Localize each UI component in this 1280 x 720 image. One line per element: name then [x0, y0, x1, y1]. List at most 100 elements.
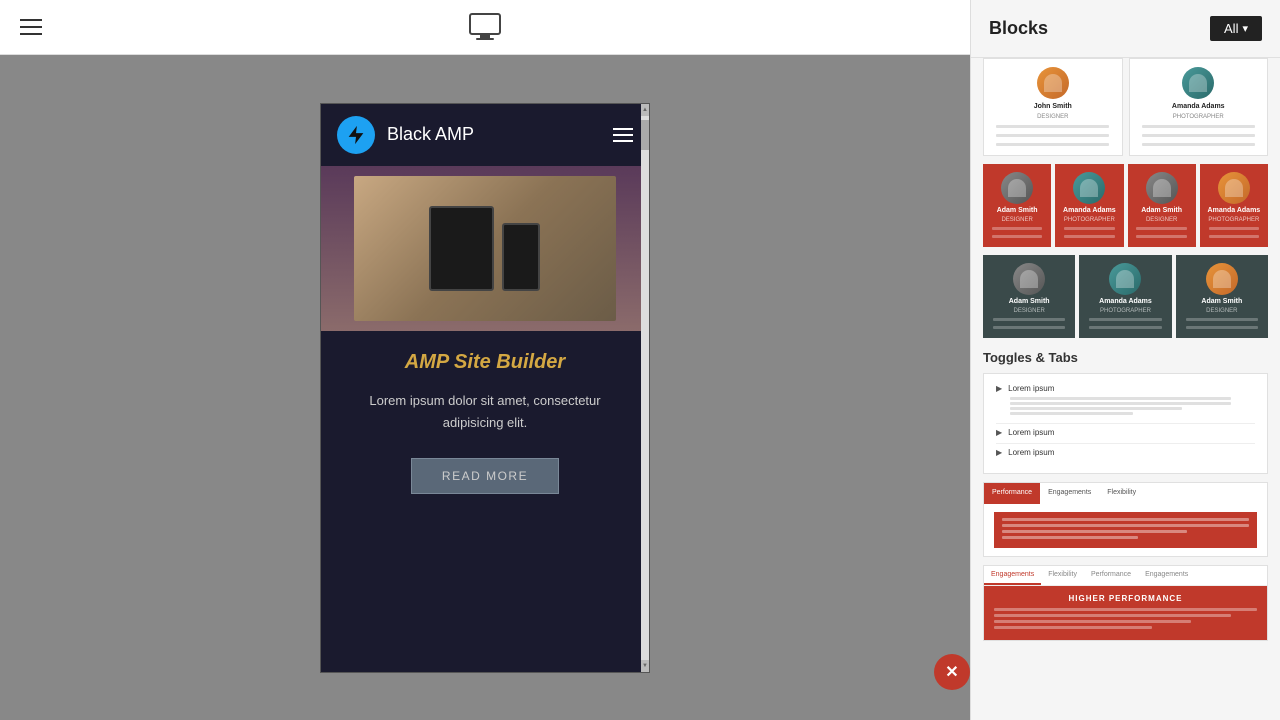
toggle-arrow-1: ▶ — [996, 384, 1002, 393]
top-bar — [0, 0, 970, 55]
card-role-red-2: PHOTOGRAPHER — [1064, 217, 1115, 223]
toggle-title-2: Lorem ipsum — [1008, 428, 1054, 437]
toggle-line — [1010, 402, 1231, 405]
card-line-1 — [992, 227, 1043, 230]
tabs2-line — [994, 608, 1257, 611]
team-block-4col-red[interactable]: Adam Smith DESIGNER Amanda Adams PHOTOGR… — [983, 164, 1268, 247]
phone-logo — [337, 116, 375, 154]
tabs-block-2[interactable]: Engagements Flexibility Performance Enga… — [983, 565, 1268, 641]
team-card-john[interactable]: John Smith DESIGNER — [983, 58, 1123, 156]
sidebar-header: Blocks All — [971, 0, 1280, 58]
tab2-engagements-2[interactable]: Engagements — [1138, 566, 1195, 585]
team-card-dark-1[interactable]: Adam Smith DESIGNER — [983, 255, 1075, 338]
card-text-line — [1142, 143, 1255, 146]
avatar-red-3 — [1146, 172, 1178, 204]
card-name-john: John Smith — [1034, 103, 1072, 110]
card-line-8 — [1209, 235, 1260, 238]
tab2-flexibility[interactable]: Flexibility — [1041, 566, 1084, 585]
phone-hero-image — [321, 166, 649, 331]
tabs2-line — [994, 614, 1231, 617]
toggle-item-2[interactable]: ▶ Lorem ipsum — [996, 428, 1255, 437]
phone-menu-icon[interactable] — [613, 128, 633, 142]
tab2-engagements[interactable]: Engagements — [984, 566, 1041, 585]
team-card-red-4[interactable]: Amanda Adams PHOTOGRAPHER — [1200, 164, 1268, 247]
tab-content-line — [1002, 536, 1138, 539]
team-card-dark-3[interactable]: Adam Smith DESIGNER — [1176, 255, 1268, 338]
card-role-dark-3: DESIGNER — [1206, 308, 1237, 314]
card-muted-line-4 — [1089, 326, 1161, 329]
read-more-button[interactable]: READ MORE — [411, 458, 559, 494]
tabs2-line — [994, 620, 1191, 623]
phone-content-area: AMP Site Builder Lorem ipsum dolor sit a… — [321, 331, 649, 672]
tabs-block-1[interactable]: Performance Engagements Flexibility — [983, 482, 1268, 557]
tab2-performance[interactable]: Performance — [1084, 566, 1138, 585]
phone-app-title: Black AMP — [387, 124, 601, 145]
toggle-arrow-2: ▶ — [996, 428, 1002, 437]
phone-body-text: Lorem ipsum dolor sit amet, consectetur … — [341, 390, 629, 434]
team-card-red-3[interactable]: Adam Smith DESIGNER — [1128, 164, 1196, 247]
card-line-5 — [1136, 227, 1187, 230]
team-block-2col[interactable]: John Smith DESIGNER Amanda Adams PHOTOGR… — [983, 58, 1268, 156]
team-card-red-2[interactable]: Amanda Adams PHOTOGRAPHER — [1055, 164, 1123, 247]
toggle-line — [1010, 407, 1182, 410]
toggle-line — [1010, 397, 1231, 400]
card-line-2 — [992, 235, 1043, 238]
card-text-line — [996, 143, 1109, 146]
tabs-higher-performance: HIGHER PERFORMANCE — [994, 594, 1257, 603]
card-text-line — [996, 134, 1109, 137]
toggle-item-3[interactable]: ▶ Lorem ipsum — [996, 448, 1255, 457]
sidebar-close-button[interactable]: ✕ — [934, 654, 970, 690]
phone-section-heading: AMP Site Builder — [405, 351, 565, 374]
tab-flexibility[interactable]: Flexibility — [1099, 483, 1144, 504]
card-name-red-3: Adam Smith — [1141, 207, 1182, 214]
sidebar-title: Blocks — [989, 18, 1048, 39]
sidebar-blocks-list: John Smith DESIGNER Amanda Adams PHOTOGR… — [971, 58, 1280, 720]
toggle-item-1[interactable]: ▶ Lorem ipsum — [996, 384, 1255, 417]
toggle-title-3: Lorem ipsum — [1008, 448, 1054, 457]
all-filter-button[interactable]: All — [1210, 16, 1262, 41]
card-role-amanda: PHOTOGRAPHER — [1173, 114, 1224, 120]
card-role-red-4: PHOTOGRAPHER — [1208, 217, 1259, 223]
avatar-red-2 — [1073, 172, 1105, 204]
tablet-device-icon — [429, 206, 494, 291]
team-card-red-1[interactable]: Adam Smith DESIGNER — [983, 164, 1051, 247]
avatar-red-4 — [1218, 172, 1250, 204]
card-line-7 — [1209, 227, 1260, 230]
tab-performance[interactable]: Performance — [984, 483, 1040, 504]
card-role-dark-2: PHOTOGRAPHER — [1100, 308, 1151, 314]
blocks-sidebar: Blocks All John Smith DESIGNER Amanda Ad… — [970, 0, 1280, 720]
card-text-line — [1142, 134, 1255, 137]
tabs2-line — [994, 626, 1152, 629]
card-muted-line-2 — [993, 326, 1065, 329]
toggle-title-1: Lorem ipsum — [1008, 384, 1054, 393]
card-name-red-2: Amanda Adams — [1063, 207, 1116, 214]
tab-content-line — [1002, 524, 1249, 527]
card-role-john: DESIGNER — [1037, 114, 1068, 120]
team-block-3col-dark[interactable]: Adam Smith DESIGNER Amanda Adams PHOTOGR… — [983, 255, 1268, 338]
card-text-line — [1142, 125, 1255, 128]
card-name-dark-2: Amanda Adams — [1099, 298, 1152, 305]
avatar-dark-3 — [1206, 263, 1238, 295]
phone-preview: ▲ ▼ Black AMP — [320, 103, 650, 673]
toggle-line — [1010, 412, 1133, 415]
hamburger-menu-icon[interactable] — [20, 19, 42, 35]
tab-engagements[interactable]: Engagements — [1040, 483, 1099, 504]
card-role-red-1: DESIGNER — [1001, 217, 1032, 223]
card-muted-line-5 — [1186, 318, 1258, 321]
canvas-area: ▲ ▼ Black AMP — [0, 55, 970, 720]
team-card-dark-2[interactable]: Amanda Adams PHOTOGRAPHER — [1079, 255, 1171, 338]
phone-device-icon — [502, 223, 540, 291]
card-line-3 — [1064, 227, 1115, 230]
tab-content-line — [1002, 518, 1249, 521]
avatar-dark-1 — [1013, 263, 1045, 295]
team-card-amanda[interactable]: Amanda Adams PHOTOGRAPHER — [1129, 58, 1269, 156]
avatar-red-1 — [1001, 172, 1033, 204]
toggles-block[interactable]: ▶ Lorem ipsum ▶ Lorem ipsum — [983, 373, 1268, 474]
desktop-preview-button[interactable] — [469, 13, 501, 41]
card-name-red-1: Adam Smith — [997, 207, 1038, 214]
card-name-dark-1: Adam Smith — [1009, 298, 1050, 305]
toggle-arrow-3: ▶ — [996, 448, 1002, 457]
tabs-header-2: Engagements Flexibility Performance Enga… — [984, 566, 1267, 586]
card-name-red-4: Amanda Adams — [1208, 207, 1261, 214]
avatar-john — [1037, 67, 1069, 99]
